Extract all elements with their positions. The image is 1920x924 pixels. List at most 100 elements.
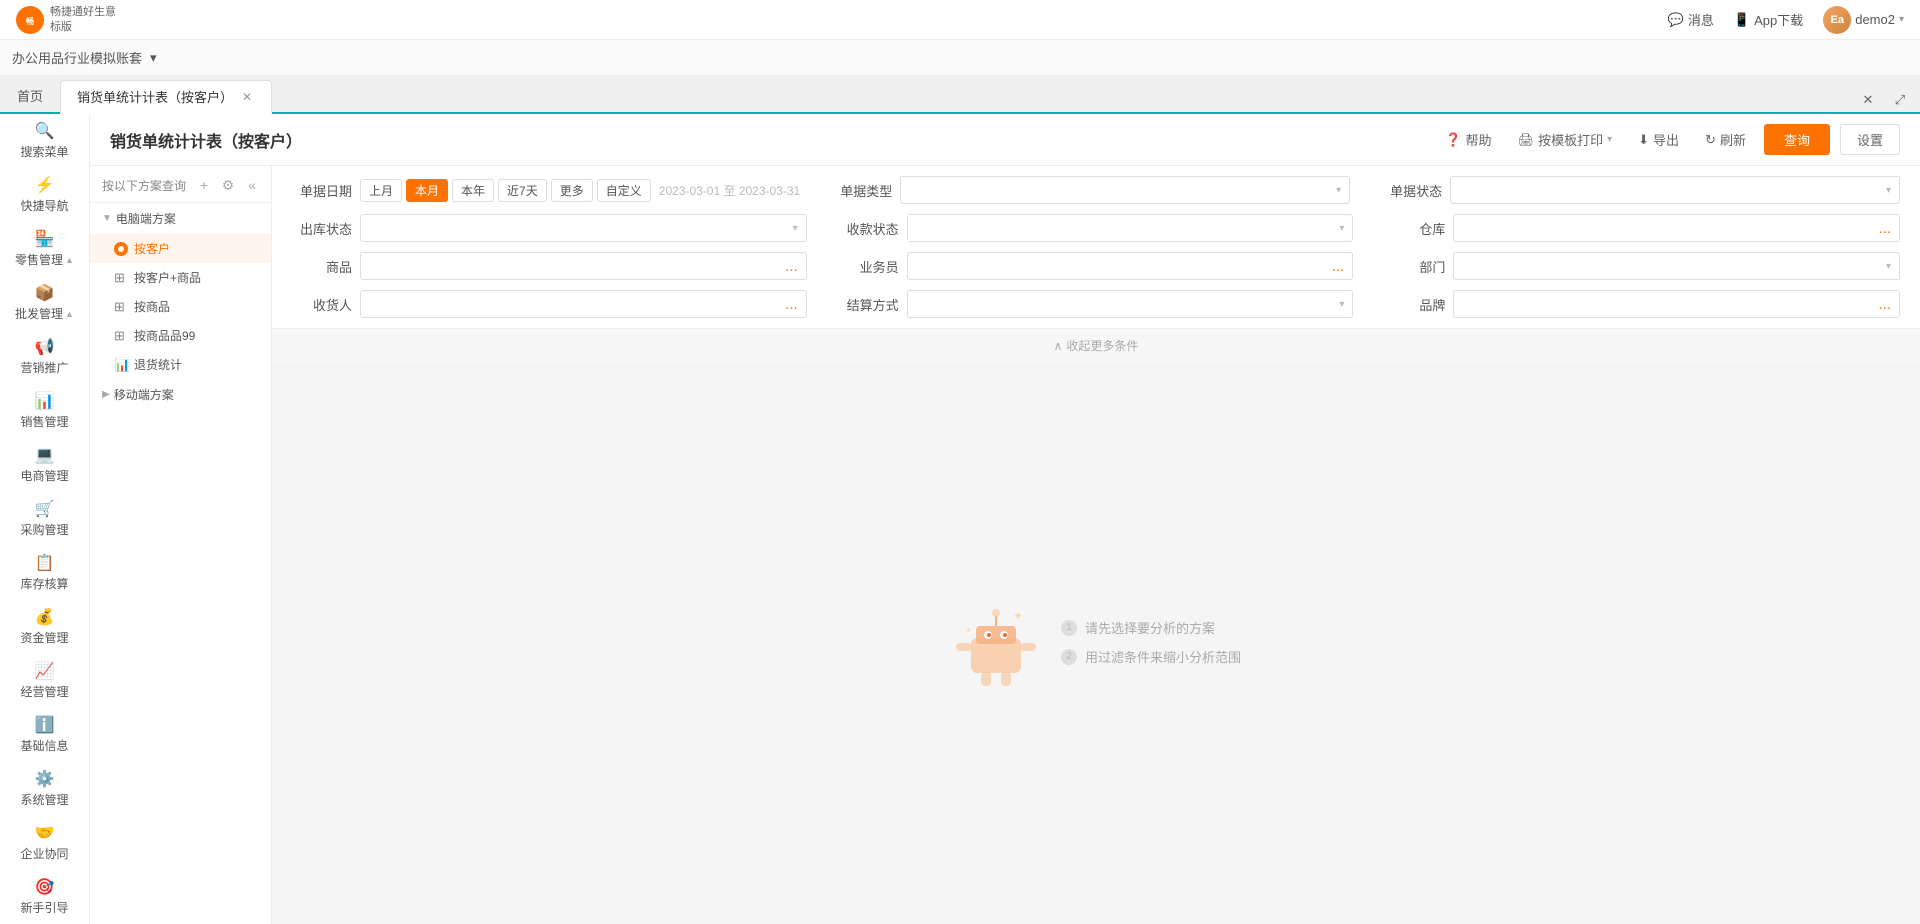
date-filter-group: 上月 本月 本年 近7天 更多 自定义 2023-03-01 至 2023-03…	[360, 179, 800, 202]
collapse-icon: ∧	[1054, 339, 1063, 353]
scheme-leaf-by-goods[interactable]: ⊞ 按商品	[90, 292, 271, 321]
filter-label-date: 单据日期	[292, 181, 352, 200]
date-btn-this-month[interactable]: 本月	[406, 179, 448, 202]
tab-bar: 首页 销货单统计计表（按客户） ✕ ✕ ⤢	[0, 76, 1920, 114]
warehouse-select[interactable]: ...	[1453, 214, 1900, 242]
sidebar-item-finance[interactable]: 💰 资金管理	[0, 600, 89, 654]
sidebar-item-purchase[interactable]: 🛒 采购管理	[0, 492, 89, 546]
message-button[interactable]: 💬 消息	[1668, 10, 1714, 29]
leaf-dot-orange	[114, 242, 128, 256]
user-profile[interactable]: Ea demo2 ▾	[1823, 6, 1904, 34]
scheme-group-mobile[interactable]: ▶ 移动端方案	[90, 379, 271, 410]
query-button[interactable]: 查询	[1764, 124, 1830, 155]
sidebar-item-search-menu[interactable]: 🔍 搜索菜单	[0, 114, 89, 168]
help-button[interactable]: ❓ 帮助	[1437, 126, 1499, 153]
workspace-label: 办公用品行业模拟账套	[12, 48, 142, 67]
retail-arrow-icon: ▲	[65, 255, 74, 265]
tab-restore-button[interactable]: ✕	[1856, 88, 1880, 112]
leaf-icon-grid3: ⊞	[114, 328, 128, 344]
scheme-leaf-by-customer-goods[interactable]: ⊞ 按客户+商品	[90, 263, 271, 292]
sidebar-item-sales[interactable]: 📊 销售管理	[0, 384, 89, 438]
doc-type-arrow: ▾	[1336, 185, 1341, 196]
sidebar-item-ecommerce[interactable]: 💻 电商管理	[0, 438, 89, 492]
scheme-leaf-by-customer[interactable]: 按客户	[90, 234, 271, 263]
page-title: 销货单统计计表（按客户）	[110, 128, 302, 152]
basic-info-icon: ℹ️	[35, 718, 55, 734]
svg-text:畅: 畅	[26, 16, 34, 26]
filter-top: 单据日期 上月 本月 本年 近7天 更多 自定义 2023-03-01 至 20…	[272, 166, 1920, 328]
sidebar-item-enterprise-coop[interactable]: 🤝 企业协同	[0, 816, 89, 870]
doc-status-select[interactable]: ▾	[1450, 176, 1900, 204]
filter-row-1: 单据日期 上月 本月 本年 近7天 更多 自定义 2023-03-01 至 20…	[292, 176, 1900, 204]
date-btn-custom[interactable]: 自定义	[597, 179, 651, 202]
warehouse-dots[interactable]: ...	[1879, 220, 1892, 237]
message-icon: 💬	[1668, 12, 1684, 28]
leaf-icon-grid2: ⊞	[114, 299, 128, 315]
filter-label-goods: 商品	[292, 257, 352, 276]
export-button[interactable]: ⬇ 导出	[1630, 126, 1687, 153]
receiver-select[interactable]: ...	[360, 290, 807, 318]
filter-row-3: 商品 ... 业务员 ... 部	[292, 252, 1900, 280]
wholesale-icon: 📦	[35, 286, 55, 302]
marketing-icon: 📢	[35, 340, 55, 356]
out-status-arrow: ▾	[793, 223, 798, 234]
empty-hints: 1 请先选择要分析的方案 2 用过滤条件来缩小分析范围	[1061, 598, 1241, 666]
scheme-settings-button[interactable]: ⚙	[217, 174, 239, 196]
tab-sales-stat[interactable]: 销货单统计计表（按客户） ✕	[60, 80, 272, 114]
sidebar-item-marketing[interactable]: 📢 营销推广	[0, 330, 89, 384]
scheme-collapse-button[interactable]: «	[241, 174, 263, 196]
sales-icon: 📊	[35, 394, 55, 410]
salesperson-select[interactable]: ...	[907, 252, 1354, 280]
app-download-button[interactable]: 📱 App下载	[1734, 10, 1803, 29]
dept-arrow: ▾	[1886, 261, 1891, 272]
goods-select[interactable]: ...	[360, 252, 807, 280]
collapse-more-filters[interactable]: ∧ 收起更多条件	[272, 328, 1920, 362]
tab-close-button[interactable]: ✕	[239, 89, 255, 105]
sidebar-item-wholesale[interactable]: 📦 批发管理 ▲	[0, 276, 89, 330]
settle-method-select[interactable]: ▾	[907, 290, 1354, 318]
filter-label-settle-method: 结算方式	[839, 295, 899, 314]
refresh-button[interactable]: ↻ 刷新	[1697, 126, 1754, 153]
tab-maximize-button[interactable]: ⤢	[1888, 88, 1912, 112]
sidebar-item-retail[interactable]: 🏪 零售管理 ▲	[0, 222, 89, 276]
new-guide-icon: 🎯	[35, 880, 55, 896]
sidebar-item-quick-nav[interactable]: ⚡ 快捷导航	[0, 168, 89, 222]
tab-home[interactable]: 首页	[0, 78, 60, 112]
goods-dots[interactable]: ...	[785, 258, 798, 275]
sidebar-item-operations[interactable]: 📈 经营管理	[0, 654, 89, 708]
scheme-add-button[interactable]: +	[193, 174, 215, 196]
salesperson-dots[interactable]: ...	[1332, 258, 1345, 275]
template-print-button[interactable]: 🖨 按模板打印 ▾	[1510, 126, 1621, 153]
sidebar-item-sys-admin[interactable]: ⚙️ 系统管理	[0, 762, 89, 816]
scheme-group-desktop[interactable]: ▼ 电脑端方案	[90, 203, 271, 234]
receiver-dots[interactable]: ...	[785, 296, 798, 313]
settings-button[interactable]: 设置	[1840, 124, 1900, 155]
payment-status-select[interactable]: ▾	[907, 214, 1354, 242]
workspace-dropdown[interactable]: ▾	[150, 50, 157, 66]
date-btn-last-month[interactable]: 上月	[360, 179, 402, 202]
date-btn-this-year[interactable]: 本年	[452, 179, 494, 202]
leaf-icon-grid1: ⊞	[114, 270, 128, 286]
scheme-leaf-return-stat[interactable]: 📊 退货统计	[90, 350, 271, 379]
empty-robot-illustration: ✦ ✦	[951, 598, 1041, 688]
filter-label-warehouse: 仓库	[1385, 219, 1445, 238]
scheme-group-desktop-arrow: ▼	[102, 213, 112, 224]
sidebar-item-basic-info[interactable]: ℹ️ 基础信息	[0, 708, 89, 762]
scheme-leaf-by-goods-99[interactable]: ⊞ 按商品品99	[90, 321, 271, 350]
date-btn-last-7[interactable]: 近7天	[498, 179, 547, 202]
doc-type-select[interactable]: ▾	[900, 176, 1350, 204]
dept-select[interactable]: ▾	[1453, 252, 1900, 280]
out-status-select[interactable]: ▾	[360, 214, 807, 242]
brand-dots[interactable]: ...	[1879, 296, 1892, 313]
date-btn-more[interactable]: 更多	[551, 179, 593, 202]
logo-icon: 畅	[16, 6, 44, 34]
brand-select[interactable]: ...	[1453, 290, 1900, 318]
hint-number-2: 2	[1061, 649, 1077, 665]
sidebar-item-inventory[interactable]: 📋 库存核算	[0, 546, 89, 600]
filter-label-doc-status: 单据状态	[1382, 181, 1442, 200]
refresh-icon: ↻	[1705, 132, 1716, 148]
avatar: Ea	[1823, 6, 1851, 34]
logo: 畅 畅捷通好生意 标版	[16, 5, 116, 34]
sidebar-item-new-guide[interactable]: 🎯 新手引导	[0, 870, 89, 924]
export-icon: ⬇	[1638, 132, 1649, 148]
